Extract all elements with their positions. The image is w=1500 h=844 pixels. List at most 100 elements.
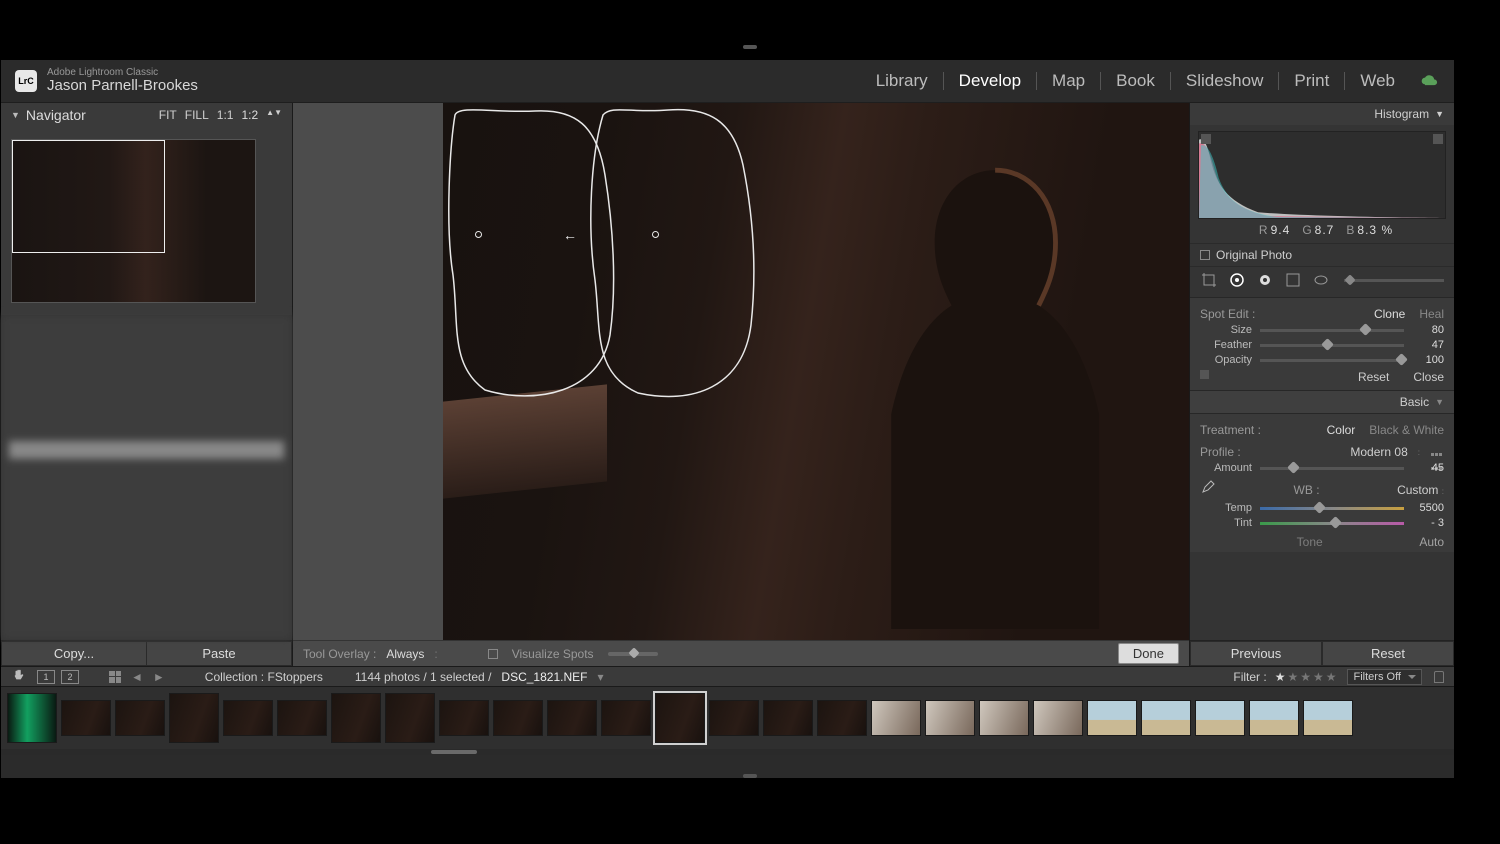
- filmstrip-thumb[interactable]: [439, 700, 489, 736]
- filmstrip-thumb[interactable]: [763, 700, 813, 736]
- original-photo-checkbox[interactable]: [1200, 250, 1210, 260]
- filmstrip-thumb[interactable]: [1087, 700, 1137, 736]
- highlight-clipping-icon[interactable]: [1433, 134, 1443, 144]
- original-photo-row[interactable]: Original Photo: [1190, 243, 1454, 266]
- filmstrip-thumb[interactable]: [493, 700, 543, 736]
- filmstrip[interactable]: [1, 686, 1454, 749]
- auto-tone-button[interactable]: Auto: [1419, 535, 1444, 549]
- filmstrip-thumb[interactable]: [61, 700, 111, 736]
- module-book[interactable]: Book: [1101, 71, 1170, 91]
- tool-overlay-value[interactable]: Always: [386, 647, 424, 661]
- spot-target-pin[interactable]: [475, 231, 482, 238]
- grid-view-icon[interactable]: [109, 671, 121, 683]
- histogram-header[interactable]: Histogram ▼: [1190, 103, 1454, 125]
- module-library[interactable]: Library: [861, 71, 943, 91]
- module-develop[interactable]: Develop: [944, 71, 1036, 91]
- zoom-1to2[interactable]: 1:2: [241, 108, 258, 122]
- radial-filter-icon[interactable]: [1312, 271, 1330, 289]
- cloud-sync-icon[interactable]: [1420, 74, 1440, 88]
- filmstrip-thumb[interactable]: [223, 700, 273, 736]
- scrollbar-thumb[interactable]: [431, 750, 477, 754]
- filmstrip-thumb[interactable]: [7, 693, 57, 743]
- module-web[interactable]: Web: [1345, 71, 1410, 91]
- histogram[interactable]: [1198, 131, 1446, 219]
- size-value[interactable]: 80: [1412, 324, 1444, 336]
- spot-removal-tool-icon[interactable]: [1228, 271, 1246, 289]
- star-filter[interactable]: ★★★★★: [1275, 670, 1339, 684]
- filmstrip-thumb[interactable]: [1249, 700, 1299, 736]
- module-slideshow[interactable]: Slideshow: [1171, 71, 1279, 91]
- paste-button[interactable]: Paste: [146, 641, 292, 666]
- tint-slider[interactable]: [1260, 522, 1404, 525]
- filmstrip-thumb[interactable]: [547, 700, 597, 736]
- previous-button[interactable]: Previous: [1190, 641, 1322, 666]
- filmstrip-thumb[interactable]: [871, 700, 921, 736]
- filmstrip-thumb[interactable]: [277, 700, 327, 736]
- amount-value[interactable]: 45: [1412, 462, 1444, 474]
- navigator-viewport-rect[interactable]: [12, 140, 165, 253]
- pin-toggle-icon[interactable]: [1200, 370, 1209, 379]
- temp-slider[interactable]: [1260, 507, 1404, 510]
- collection-name[interactable]: FStoppers: [268, 670, 323, 684]
- filmstrip-thumb[interactable]: [331, 693, 381, 743]
- filmstrip-thumb[interactable]: [1303, 700, 1353, 736]
- navigator-thumbnail[interactable]: [11, 139, 256, 303]
- filmstrip-thumb[interactable]: [709, 700, 759, 736]
- filmstrip-thumb-selected[interactable]: [655, 693, 705, 743]
- spot-source-pin[interactable]: [652, 231, 659, 238]
- filmstrip-thumb[interactable]: [1195, 700, 1245, 736]
- opacity-slider[interactable]: [1260, 359, 1404, 362]
- filter-lock-icon[interactable]: [1434, 671, 1444, 683]
- nav-back-icon[interactable]: ◄: [131, 670, 143, 684]
- hand-icon[interactable]: [11, 668, 27, 685]
- nav-fwd-icon[interactable]: ►: [153, 670, 165, 684]
- feather-slider[interactable]: [1260, 344, 1404, 347]
- spot-close-button[interactable]: Close: [1413, 370, 1444, 384]
- done-button[interactable]: Done: [1118, 643, 1179, 664]
- redeye-tool-icon[interactable]: [1256, 271, 1274, 289]
- feather-value[interactable]: 47: [1412, 339, 1444, 351]
- module-map[interactable]: Map: [1037, 71, 1100, 91]
- filmstrip-thumb[interactable]: [979, 700, 1029, 736]
- graduated-filter-icon[interactable]: [1284, 271, 1302, 289]
- zoom-1to1[interactable]: 1:1: [217, 108, 234, 122]
- tint-value[interactable]: - 3: [1412, 517, 1444, 529]
- wb-value[interactable]: Custom: [1397, 483, 1438, 497]
- filmstrip-thumb[interactable]: [1141, 700, 1191, 736]
- reset-button[interactable]: Reset: [1322, 641, 1454, 666]
- module-print[interactable]: Print: [1279, 71, 1344, 91]
- tool-amount-slider[interactable]: [1344, 279, 1444, 282]
- filmstrip-thumb[interactable]: [1033, 700, 1083, 736]
- copy-button[interactable]: Copy...: [1, 641, 146, 666]
- eyedropper-icon[interactable]: [1200, 480, 1216, 499]
- secondary-display-icon[interactable]: 2: [61, 670, 79, 684]
- filmstrip-thumb[interactable]: [385, 693, 435, 743]
- treatment-color[interactable]: Color: [1327, 423, 1356, 437]
- size-slider[interactable]: [1260, 329, 1404, 332]
- profile-browser-icon[interactable]: [1430, 445, 1444, 459]
- shadow-clipping-icon[interactable]: [1201, 134, 1211, 144]
- temp-value[interactable]: 5500: [1412, 502, 1444, 514]
- filmstrip-thumb[interactable]: [925, 700, 975, 736]
- visualize-spots-checkbox[interactable]: [488, 649, 498, 659]
- spot-source-outline[interactable]: [583, 105, 758, 405]
- zoom-fill[interactable]: FILL: [185, 108, 209, 122]
- image-canvas[interactable]: ←: [443, 103, 1189, 640]
- mode-clone[interactable]: Clone: [1374, 307, 1405, 321]
- filters-dropdown[interactable]: Filters Off: [1347, 669, 1422, 685]
- primary-display-icon[interactable]: 1: [37, 670, 55, 684]
- mode-heal[interactable]: Heal: [1419, 307, 1444, 321]
- navigator-header[interactable]: ▼ Navigator FIT FILL 1:1 1:2 ▲▼: [1, 103, 292, 127]
- profile-value[interactable]: Modern 08: [1350, 445, 1407, 459]
- spot-reset-button[interactable]: Reset: [1358, 370, 1389, 384]
- basic-panel-header[interactable]: Basic ▼: [1190, 390, 1454, 413]
- crop-tool-icon[interactable]: [1200, 271, 1218, 289]
- opacity-value[interactable]: 100: [1412, 354, 1444, 366]
- filmstrip-thumb[interactable]: [115, 700, 165, 736]
- filmstrip-thumb[interactable]: [169, 693, 219, 743]
- filmstrip-thumb[interactable]: [817, 700, 867, 736]
- filmstrip-scrollbar[interactable]: [1, 749, 1454, 755]
- amount-slider[interactable]: [1260, 467, 1404, 470]
- zoom-more-icon[interactable]: ▲▼: [266, 108, 282, 122]
- filmstrip-thumb[interactable]: [601, 700, 651, 736]
